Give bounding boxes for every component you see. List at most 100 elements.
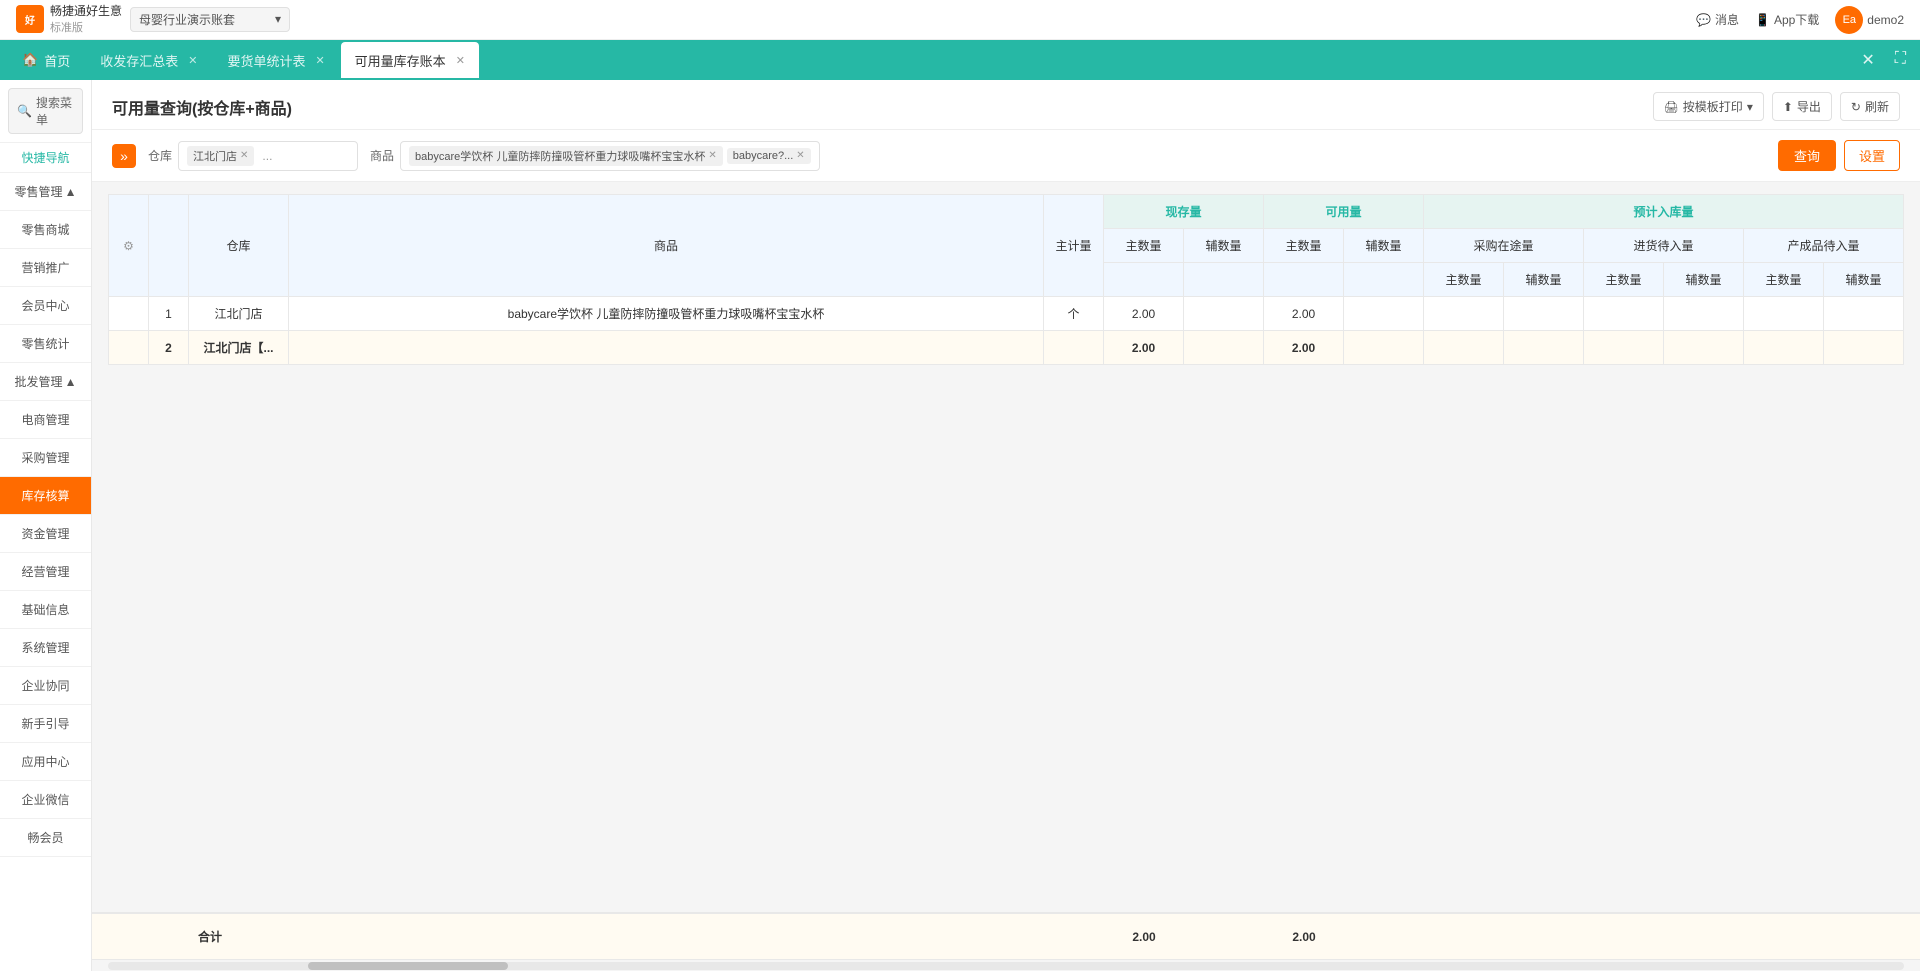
th-pur-main: 主数量	[1424, 263, 1504, 297]
product-tag-1-text: babycare学饮杯 儿童防摔防撞吸管杯重力球吸嘴杯宝宝水杯	[415, 148, 705, 164]
refresh-label: 刷新	[1865, 98, 1889, 115]
footer-table: 合计 2.00 2.00	[108, 922, 1904, 951]
sidebar-item-member[interactable]: 会员中心	[0, 287, 91, 325]
footer-pur-main	[1424, 922, 1504, 951]
filter-expand-btn[interactable]: »	[112, 144, 136, 168]
print-arrow: ▾	[1747, 100, 1753, 114]
download-label: App下载	[1774, 11, 1819, 28]
sidebar-item-inventory[interactable]: 库存核算	[0, 477, 91, 515]
tab-order-close[interactable]: ✕	[315, 54, 324, 67]
footer-avl-aux	[1344, 922, 1424, 951]
refresh-btn[interactable]: ↻ 刷新	[1840, 92, 1900, 121]
user-area[interactable]: Ea demo2	[1835, 6, 1904, 34]
column-settings-icon[interactable]: ⚙	[123, 239, 134, 253]
sidebar-item-basic-info[interactable]: 基础信息	[0, 591, 91, 629]
print-btn[interactable]: 🖨 按模板打印 ▾	[1653, 92, 1764, 121]
cell-cur-aux	[1184, 297, 1264, 331]
th-no	[149, 195, 189, 297]
sidebar-item-marketing[interactable]: 营销推广	[0, 249, 91, 287]
sidebar-quick-nav[interactable]: 快捷导航	[0, 143, 91, 173]
sidebar-item-ecommerce[interactable]: 电商管理	[0, 401, 91, 439]
sidebar-item-wholesale-mgmt[interactable]: 批发管理 ▲	[0, 363, 91, 401]
top-bar: 好 畅捷通好生意 标准版 母婴行业演示账套 ▾ 💬 消息 📱 App下载 Ea …	[0, 0, 1920, 40]
th-product: 商品	[289, 195, 1044, 297]
footer-pro-aux	[1824, 922, 1904, 951]
sidebar-item-retail-mgmt[interactable]: 零售管理 ▲	[0, 173, 91, 211]
cell-pur-main	[1424, 297, 1504, 331]
cell-settings2	[109, 331, 149, 365]
warehouse-tag-close[interactable]: ✕	[240, 150, 248, 161]
cell-unit2	[1044, 331, 1104, 365]
th-cs-aux	[1184, 263, 1264, 297]
sidebar-item-system[interactable]: 系统管理	[0, 629, 91, 667]
enterprise-label: 企业协同	[21, 677, 69, 694]
sidebar-item-purchase[interactable]: 采购管理	[0, 439, 91, 477]
tab-receive-close[interactable]: ✕	[188, 54, 197, 67]
message-label: 消息	[1715, 11, 1739, 28]
th-av-main	[1264, 263, 1344, 297]
footer-unit-spacer	[1044, 922, 1104, 951]
tab-home[interactable]: 🏠 首页	[8, 42, 84, 78]
th-prod-main: 主数量	[1744, 263, 1824, 297]
member-label: 会员中心	[21, 297, 69, 314]
wholesale-mgmt-label: 批发管理	[15, 373, 63, 390]
table-container: ⚙ 仓库 商品 主计量 现存量 可用量 预计入库量 主数量 辅数量 主数量	[92, 182, 1920, 912]
newbie-label: 新手引导	[21, 715, 69, 732]
product-tag-2-text: babycare?...	[733, 150, 794, 162]
main-layout: 🔍 搜索菜单 快捷导航 零售管理 ▲ 零售商城 营销推广 会员中心 零售统计	[0, 80, 1920, 971]
query-btn[interactable]: 查询	[1778, 140, 1836, 171]
cell-avl-aux	[1344, 297, 1424, 331]
cell-avl-aux2	[1344, 331, 1424, 365]
message-btn[interactable]: 💬 消息	[1696, 11, 1739, 28]
cell-warehouse: 江北门店	[189, 297, 289, 331]
sidebar-item-retail-mall[interactable]: 零售商城	[0, 211, 91, 249]
table-footer: 合计 2.00 2.00	[92, 912, 1920, 959]
footer-cur-aux	[1184, 922, 1264, 951]
sidebar-item-member2[interactable]: 畅会员	[0, 819, 91, 857]
scroll-track[interactable]	[108, 962, 1904, 970]
export-btn[interactable]: ⬆ 导出	[1772, 92, 1832, 121]
th-inc-main: 主数量	[1584, 263, 1664, 297]
th-pur-aux: 辅数量	[1504, 263, 1584, 297]
sidebar-item-operations[interactable]: 经营管理	[0, 553, 91, 591]
sidebar-item-newbie[interactable]: 新手引导	[0, 705, 91, 743]
logo-area: 好 畅捷通好生意 标准版	[16, 4, 122, 34]
settings-btn[interactable]: 设置	[1844, 140, 1900, 171]
scroll-thumb[interactable]	[308, 962, 508, 970]
tab-order-stats[interactable]: 要货单统计表 ✕	[213, 42, 338, 78]
th-unit: 主计量	[1044, 195, 1104, 297]
page-title: 可用量查询(按仓库+商品)	[112, 95, 292, 119]
cell-pro-main	[1744, 297, 1824, 331]
retail-mall-label: 零售商城	[21, 221, 69, 238]
th-forecast: 预计入库量	[1424, 195, 1904, 229]
download-btn[interactable]: 📱 App下载	[1755, 11, 1819, 28]
avatar-text: Ea	[1843, 14, 1856, 26]
search-icon: 🔍	[17, 104, 32, 118]
sidebar-item-retail-stats[interactable]: 零售统计	[0, 325, 91, 363]
home-icon: 🏠	[22, 52, 38, 68]
sidebar-item-finance[interactable]: 资金管理	[0, 515, 91, 553]
system-label: 系统管理	[21, 639, 69, 656]
export-label: 导出	[1797, 98, 1821, 115]
nav-tabs: 🏠 首页 收发存汇总表 ✕ 要货单统计表 ✕ 可用量库存账本 ✕ ✕ ⛶	[0, 40, 1920, 80]
tab-receive-summary[interactable]: 收发存汇总表 ✕	[86, 42, 211, 78]
product-tag-1-close[interactable]: ✕	[708, 150, 716, 161]
tab-available-stock[interactable]: 可用量库存账本 ✕	[341, 42, 479, 78]
th-warehouse: 仓库	[189, 195, 289, 297]
warehouse-more[interactable]: ...	[258, 149, 276, 163]
nav-expand-btn[interactable]: ⛶	[1889, 48, 1912, 72]
nav-close-btn[interactable]: ✕	[1855, 48, 1880, 72]
industry-selector[interactable]: 母婴行业演示账套 ▾	[130, 7, 290, 32]
warehouse-input[interactable]: 江北门店 ✕ ...	[178, 141, 358, 171]
tab-home-label: 首页	[44, 51, 70, 70]
search-menu-btn[interactable]: 🔍 搜索菜单	[8, 88, 83, 134]
sidebar-item-enterprise[interactable]: 企业协同	[0, 667, 91, 705]
footer-spacer2	[148, 922, 188, 951]
product-input[interactable]: babycare学饮杯 儿童防摔防撞吸管杯重力球吸嘴杯宝宝水杯 ✕ babyca…	[400, 141, 820, 171]
sidebar-item-app-center[interactable]: 应用中心	[0, 743, 91, 781]
product-tag-2-close[interactable]: ✕	[796, 150, 804, 161]
tab-available-close[interactable]: ✕	[456, 54, 465, 67]
sidebar-item-wechat[interactable]: 企业微信	[0, 781, 91, 819]
cell-cur-main: 2.00	[1104, 297, 1184, 331]
top-bar-left: 好 畅捷通好生意 标准版 母婴行业演示账套 ▾	[16, 4, 290, 34]
